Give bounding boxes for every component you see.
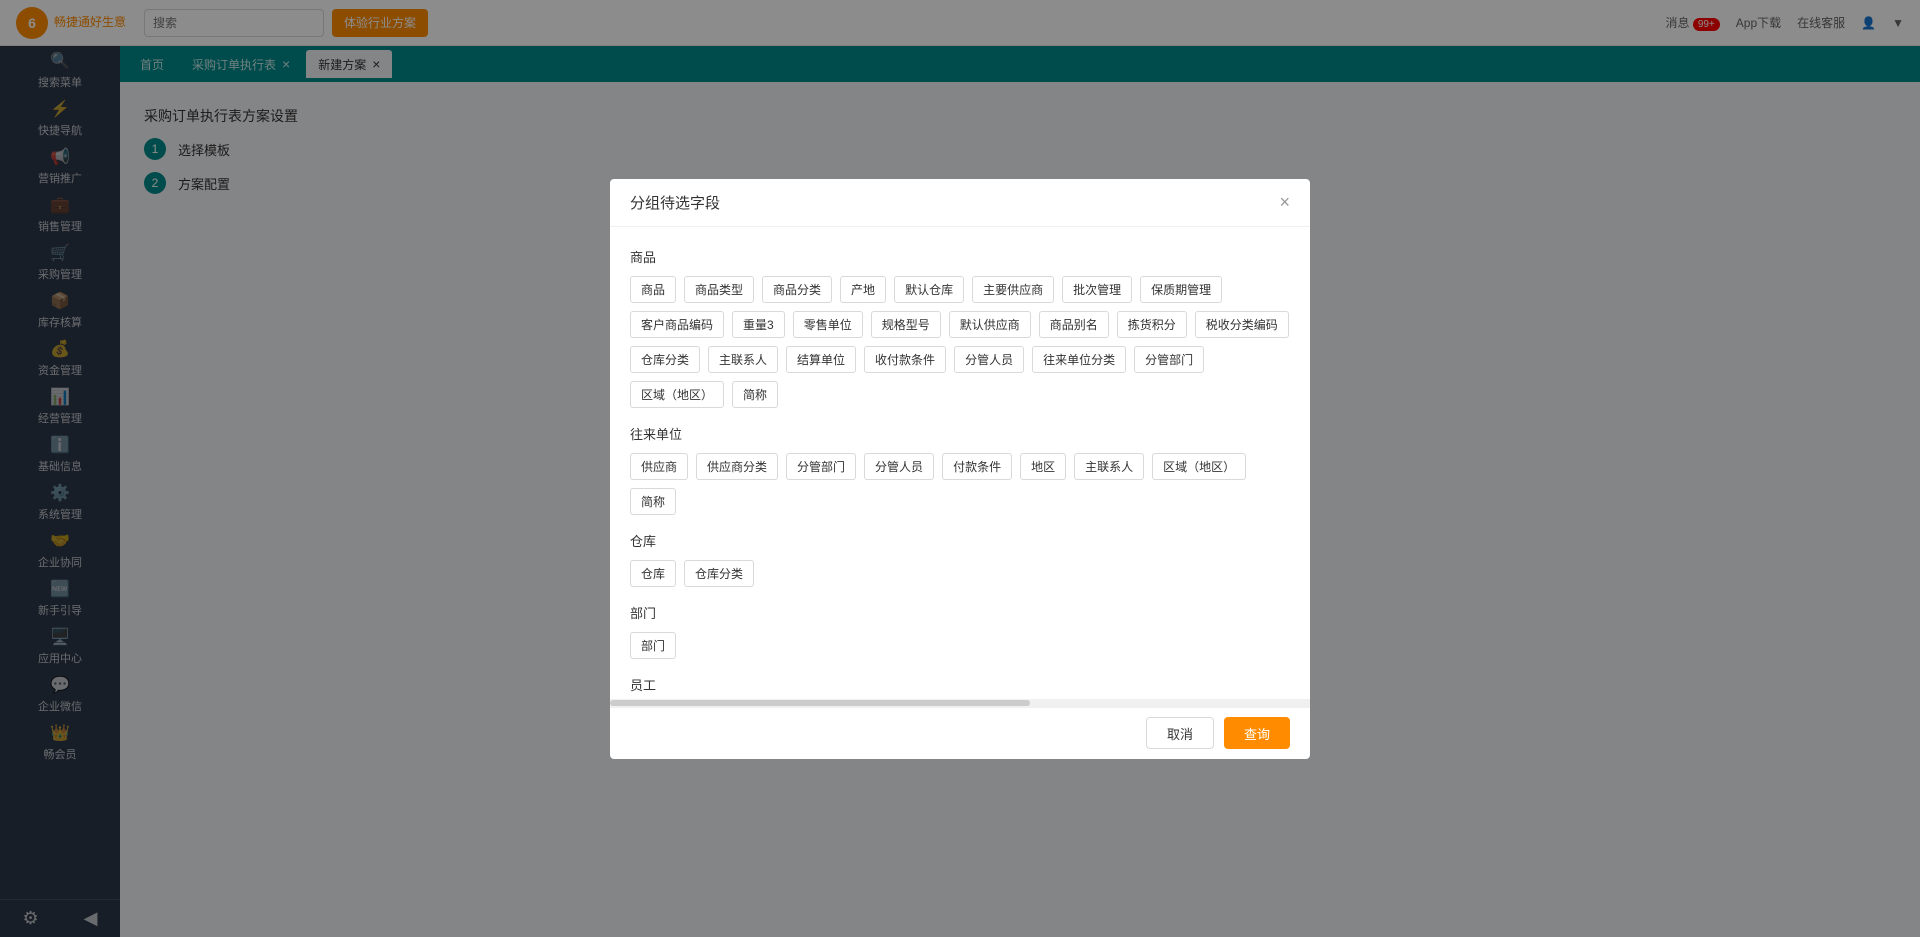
tag-0-16[interactable]: 仓库分类 bbox=[630, 346, 700, 373]
tag-0-3[interactable]: 产地 bbox=[840, 276, 886, 303]
tag-0-24[interactable]: 简称 bbox=[732, 381, 778, 408]
modal-body: 商品商品商品类型商品分类产地默认仓库主要供应商批次管理保质期管理客户商品编码重量… bbox=[610, 227, 1310, 699]
section-title-4: 员工 bbox=[630, 675, 1290, 694]
tag-2-0[interactable]: 仓库 bbox=[630, 560, 676, 587]
tag-0-13[interactable]: 商品别名 bbox=[1039, 311, 1109, 338]
tag-0-18[interactable]: 结算单位 bbox=[786, 346, 856, 373]
tag-1-7[interactable]: 区域（地区） bbox=[1152, 453, 1246, 480]
tag-1-2[interactable]: 分管部门 bbox=[786, 453, 856, 480]
tags-row-2: 仓库仓库分类 bbox=[630, 560, 1290, 587]
tag-1-4[interactable]: 付款条件 bbox=[942, 453, 1012, 480]
tag-3-0[interactable]: 部门 bbox=[630, 632, 676, 659]
tags-row-1: 供应商供应商分类分管部门分管人员付款条件地区主联系人区域（地区） 简称 bbox=[630, 453, 1290, 515]
tag-0-9[interactable]: 重量3 bbox=[732, 311, 785, 338]
modal-close-btn[interactable]: × bbox=[1279, 192, 1290, 213]
tag-1-5[interactable]: 地区 bbox=[1020, 453, 1066, 480]
tag-0-11[interactable]: 规格型号 bbox=[871, 311, 941, 338]
tag-0-10[interactable]: 零售单位 bbox=[793, 311, 863, 338]
modal-hscrollbar[interactable] bbox=[610, 699, 1310, 707]
tag-0-2[interactable]: 商品分类 bbox=[762, 276, 832, 303]
tag-0-1[interactable]: 商品类型 bbox=[684, 276, 754, 303]
confirm-button[interactable]: 查询 bbox=[1224, 717, 1290, 749]
tag-0-6[interactable]: 批次管理 bbox=[1062, 276, 1132, 303]
tag-0-14[interactable]: 拣货积分 bbox=[1117, 311, 1187, 338]
tag-1-6[interactable]: 主联系人 bbox=[1074, 453, 1144, 480]
section-title-1: 往来单位 bbox=[630, 424, 1290, 443]
modal: 分组待选字段 × 商品商品商品类型商品分类产地默认仓库主要供应商批次管理保质期管… bbox=[610, 179, 1310, 759]
cancel-button[interactable]: 取消 bbox=[1146, 717, 1214, 749]
section-title-0: 商品 bbox=[630, 247, 1290, 266]
tag-0-12[interactable]: 默认供应商 bbox=[949, 311, 1031, 338]
tag-0-20[interactable]: 分管人员 bbox=[954, 346, 1024, 373]
tag-0-19[interactable]: 收付款条件 bbox=[864, 346, 946, 373]
tag-1-1[interactable]: 供应商分类 bbox=[696, 453, 778, 480]
tag-0-15[interactable]: 税收分类编码 bbox=[1195, 311, 1289, 338]
tag-0-8[interactable]: 客户商品编码 bbox=[630, 311, 724, 338]
tag-1-8[interactable]: 简称 bbox=[630, 488, 676, 515]
modal-footer: 取消 查询 bbox=[610, 707, 1310, 759]
tag-0-17[interactable]: 主联系人 bbox=[708, 346, 778, 373]
tag-0-4[interactable]: 默认仓库 bbox=[894, 276, 964, 303]
tags-row-0: 商品商品类型商品分类产地默认仓库主要供应商批次管理保质期管理客户商品编码重量3 零… bbox=[630, 276, 1290, 408]
tag-0-5[interactable]: 主要供应商 bbox=[972, 276, 1054, 303]
modal-overlay: 分组待选字段 × 商品商品商品类型商品分类产地默认仓库主要供应商批次管理保质期管… bbox=[0, 0, 1920, 937]
tags-row-3: 部门 bbox=[630, 632, 1290, 659]
section-title-2: 仓库 bbox=[630, 531, 1290, 550]
tag-0-7[interactable]: 保质期管理 bbox=[1140, 276, 1222, 303]
tag-0-21[interactable]: 往来单位分类 bbox=[1032, 346, 1126, 373]
tag-0-22[interactable]: 分管部门 bbox=[1134, 346, 1204, 373]
tag-0-0[interactable]: 商品 bbox=[630, 276, 676, 303]
tag-1-3[interactable]: 分管人员 bbox=[864, 453, 934, 480]
modal-hscroll-thumb bbox=[610, 700, 1030, 706]
modal-header: 分组待选字段 × bbox=[610, 179, 1310, 227]
section-title-3: 部门 bbox=[630, 603, 1290, 622]
modal-title: 分组待选字段 bbox=[630, 192, 720, 213]
tag-1-0[interactable]: 供应商 bbox=[630, 453, 688, 480]
tag-2-1[interactable]: 仓库分类 bbox=[684, 560, 754, 587]
tag-0-23[interactable]: 区域（地区） bbox=[630, 381, 724, 408]
